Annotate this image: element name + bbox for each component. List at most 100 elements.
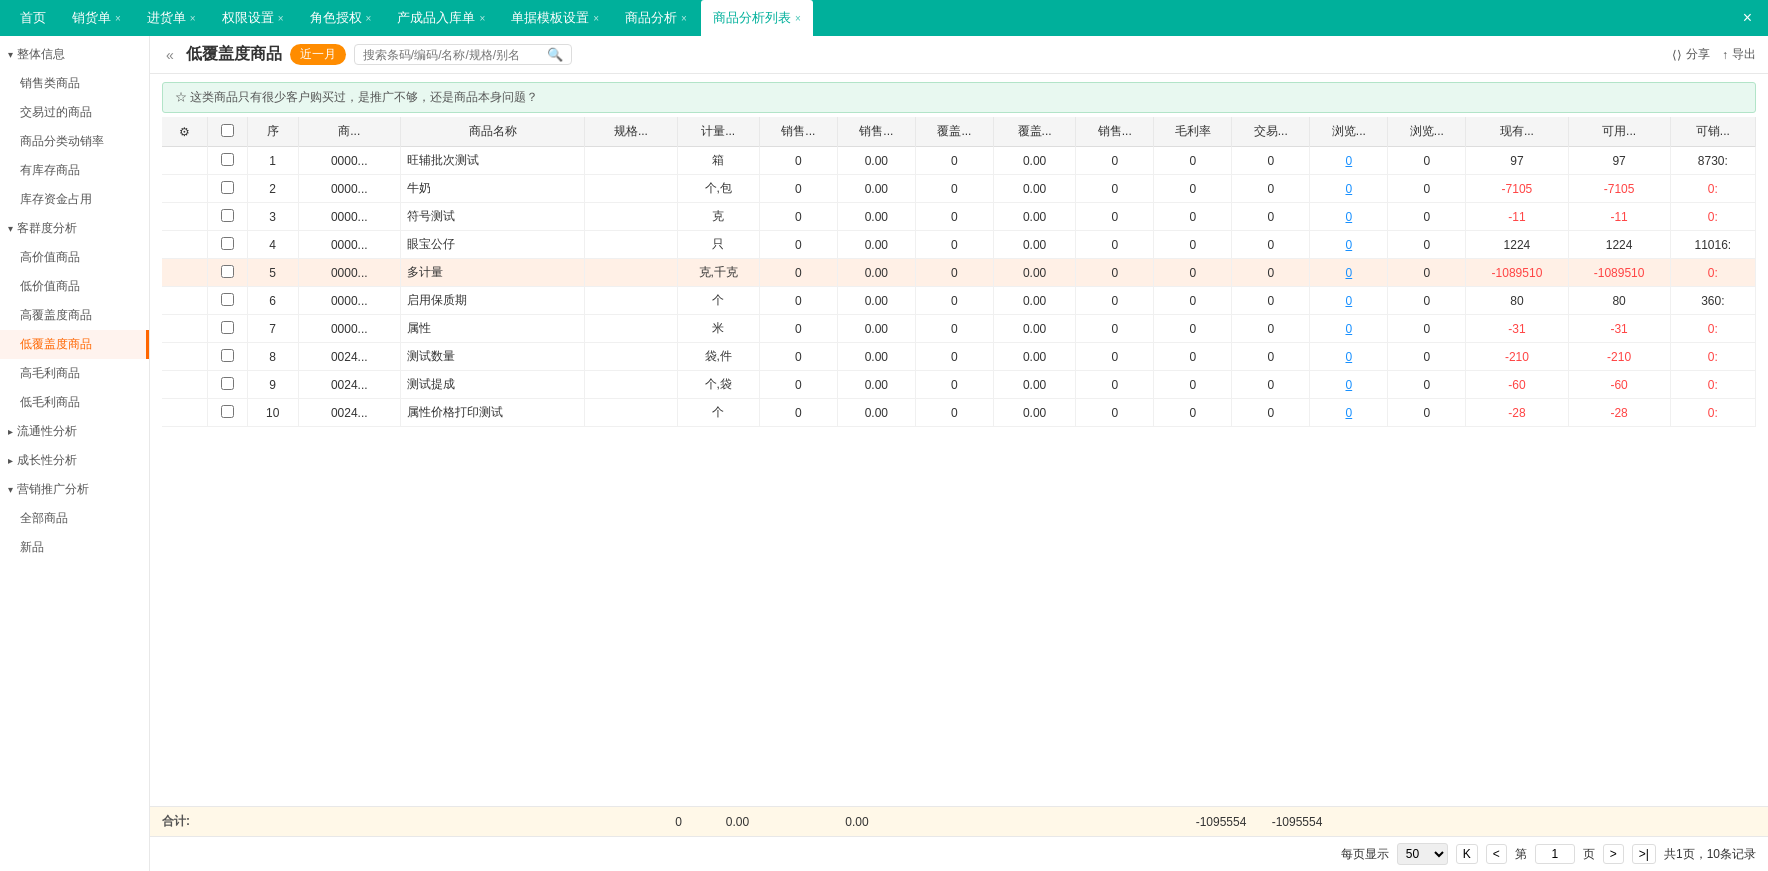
row-checkbox[interactable]: [221, 153, 234, 166]
col-current[interactable]: 现有...: [1466, 117, 1568, 147]
prev-page-button[interactable]: <: [1486, 844, 1507, 864]
col-code[interactable]: 商...: [298, 117, 400, 147]
close-icon[interactable]: ×: [190, 13, 196, 24]
row-checkbox[interactable]: [221, 265, 234, 278]
next-page-button[interactable]: >: [1603, 844, 1624, 864]
sidebar-section-customer[interactable]: ▾ 客群度分析: [0, 214, 149, 243]
col-settings[interactable]: ⚙: [162, 117, 207, 147]
row-browse1[interactable]: 0: [1310, 203, 1388, 231]
close-icon[interactable]: ×: [795, 13, 801, 24]
nav-tab-sales[interactable]: 销货单 ×: [60, 0, 133, 36]
sidebar-item-high-value[interactable]: 高价值商品: [0, 243, 149, 272]
row-check[interactable]: [207, 231, 247, 259]
row-checkbox[interactable]: [221, 181, 234, 194]
close-icon[interactable]: ×: [366, 13, 372, 24]
sidebar-section-overall[interactable]: ▾ 整体信息: [0, 40, 149, 69]
row-check[interactable]: [207, 175, 247, 203]
nav-tab-template[interactable]: 单据模板设置 ×: [499, 0, 611, 36]
col-sales3[interactable]: 销售...: [1076, 117, 1154, 147]
close-icon[interactable]: ×: [278, 13, 284, 24]
sidebar-item-category-rate[interactable]: 商品分类动销率: [0, 127, 149, 156]
close-icon[interactable]: ×: [681, 13, 687, 24]
sidebar-item-sales-goods[interactable]: 销售类商品: [0, 69, 149, 98]
sidebar-item-high-margin[interactable]: 高毛利商品: [0, 359, 149, 388]
row-check[interactable]: [207, 371, 247, 399]
row-checkbox[interactable]: [221, 349, 234, 362]
row-check[interactable]: [207, 259, 247, 287]
select-all-checkbox[interactable]: [221, 124, 234, 137]
row-checkbox[interactable]: [221, 293, 234, 306]
row-check[interactable]: [207, 315, 247, 343]
col-trade[interactable]: 交易...: [1232, 117, 1310, 147]
close-icon[interactable]: ×: [115, 13, 121, 24]
row-check[interactable]: [207, 203, 247, 231]
row-settings[interactable]: [162, 231, 207, 259]
col-name[interactable]: 商品名称: [400, 117, 584, 147]
row-browse1[interactable]: 0: [1310, 175, 1388, 203]
row-browse1[interactable]: 0: [1310, 315, 1388, 343]
row-browse1[interactable]: 0: [1310, 259, 1388, 287]
col-sales-count[interactable]: 销售...: [759, 117, 837, 147]
row-checkbox[interactable]: [221, 377, 234, 390]
row-check[interactable]: [207, 147, 247, 175]
row-check[interactable]: [207, 287, 247, 315]
close-icon[interactable]: ×: [593, 13, 599, 24]
nav-tab-product-analysis-list[interactable]: 商品分析列表 ×: [701, 0, 813, 36]
nav-tab-product-analysis[interactable]: 商品分析 ×: [613, 0, 699, 36]
row-check[interactable]: [207, 399, 247, 427]
row-browse1[interactable]: 0: [1310, 343, 1388, 371]
filter-button[interactable]: 近一月: [290, 44, 346, 65]
sidebar-item-stock-funds[interactable]: 库存资金占用: [0, 185, 149, 214]
col-browse2[interactable]: 浏览...: [1388, 117, 1466, 147]
sidebar-item-high-coverage[interactable]: 高覆盖度商品: [0, 301, 149, 330]
sidebar-item-low-coverage[interactable]: 低覆盖度商品: [0, 330, 149, 359]
row-settings[interactable]: [162, 399, 207, 427]
sidebar-section-circulation[interactable]: ▸ 流通性分析: [0, 417, 149, 446]
row-checkbox[interactable]: [221, 321, 234, 334]
window-close-button[interactable]: ×: [1735, 5, 1760, 31]
row-settings[interactable]: [162, 371, 207, 399]
row-checkbox[interactable]: [221, 405, 234, 418]
sidebar-item-all-goods[interactable]: 全部商品: [0, 504, 149, 533]
row-settings[interactable]: [162, 343, 207, 371]
nav-tab-permissions[interactable]: 权限设置 ×: [210, 0, 296, 36]
row-browse1[interactable]: 0: [1310, 371, 1388, 399]
row-settings[interactable]: [162, 203, 207, 231]
col-coverage1[interactable]: 覆盖...: [915, 117, 993, 147]
sidebar-item-low-value[interactable]: 低价值商品: [0, 272, 149, 301]
sidebar-section-growth[interactable]: ▸ 成长性分析: [0, 446, 149, 475]
col-margin[interactable]: 毛利率: [1154, 117, 1232, 147]
export-button[interactable]: ↑ 导出: [1722, 46, 1756, 63]
nav-tab-roles[interactable]: 角色授权 ×: [298, 0, 384, 36]
row-settings[interactable]: [162, 147, 207, 175]
col-spec[interactable]: 规格...: [585, 117, 677, 147]
table-wrapper[interactable]: ⚙ 序 商... 商品名称 规格... 计量... 销售... 销售... 覆盖…: [162, 117, 1756, 806]
row-settings[interactable]: [162, 175, 207, 203]
col-coverage2[interactable]: 覆盖...: [993, 117, 1075, 147]
col-saleable[interactable]: 可销...: [1670, 117, 1755, 147]
nav-tab-finished-goods[interactable]: 产成品入库单 ×: [385, 0, 497, 36]
row-browse1[interactable]: 0: [1310, 287, 1388, 315]
close-icon[interactable]: ×: [479, 13, 485, 24]
sidebar-item-in-stock[interactable]: 有库存商品: [0, 156, 149, 185]
col-available[interactable]: 可用...: [1568, 117, 1670, 147]
nav-tab-home[interactable]: 首页: [8, 0, 58, 36]
col-browse1[interactable]: 浏览...: [1310, 117, 1388, 147]
row-settings[interactable]: [162, 315, 207, 343]
col-sales-amount[interactable]: 销售...: [837, 117, 915, 147]
page-size-select[interactable]: 10 20 50 100: [1397, 843, 1448, 865]
row-settings[interactable]: [162, 259, 207, 287]
sidebar-section-marketing[interactable]: ▾ 营销推广分析: [0, 475, 149, 504]
row-browse1[interactable]: 0: [1310, 399, 1388, 427]
nav-tab-purchase[interactable]: 进货单 ×: [135, 0, 208, 36]
search-input[interactable]: [363, 48, 543, 62]
sidebar-item-new-goods[interactable]: 新品: [0, 533, 149, 562]
row-checkbox[interactable]: [221, 237, 234, 250]
col-check[interactable]: [207, 117, 247, 147]
share-button[interactable]: ⟨⟩ 分享: [1672, 46, 1710, 63]
row-settings[interactable]: [162, 287, 207, 315]
row-check[interactable]: [207, 343, 247, 371]
sidebar-item-low-margin[interactable]: 低毛利商品: [0, 388, 149, 417]
last-page-button[interactable]: >|: [1632, 844, 1656, 864]
col-unit[interactable]: 计量...: [677, 117, 759, 147]
